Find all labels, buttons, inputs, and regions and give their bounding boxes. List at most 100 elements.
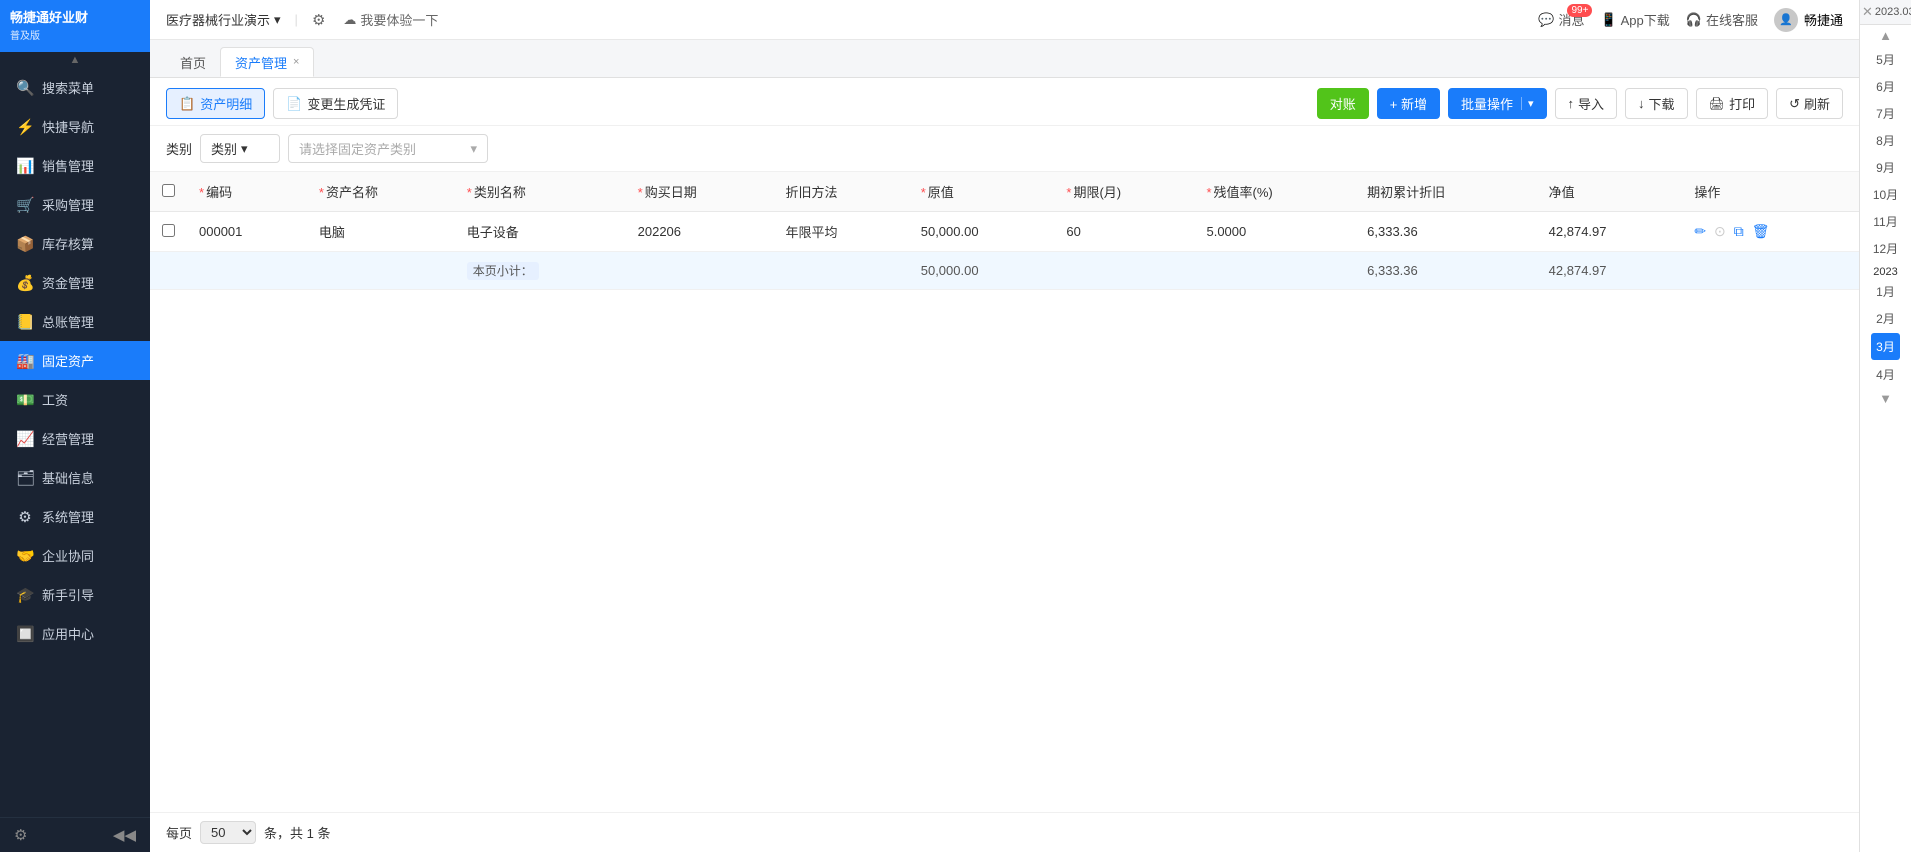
company-selector[interactable]: 医疗器械行业演示 ▾: [166, 10, 281, 29]
cell-original-value: 50,000.00: [909, 212, 1055, 252]
batch-dropdown-icon[interactable]: ▾: [1521, 97, 1534, 110]
month-item-9月[interactable]: 9月: [1867, 154, 1903, 181]
month-item-6月[interactable]: 6月: [1867, 73, 1903, 100]
th-name: *资产名称: [307, 172, 455, 212]
tab-asset-label: 资产管理: [235, 53, 287, 72]
category-type-dropdown-icon: ▾: [241, 141, 248, 157]
th-code: *编码: [187, 172, 307, 212]
refresh-button[interactable]: ↺ 刷新: [1776, 88, 1843, 119]
cell-period: 60: [1054, 212, 1194, 252]
sidebar-item-basic[interactable]: 🗂基础信息: [0, 458, 150, 497]
cell-code: 000001: [187, 212, 307, 252]
sidebar-label-guide: 新手引导: [42, 585, 94, 604]
th-depreciation: 折旧方法: [773, 172, 908, 212]
sidebar-item-apps[interactable]: 🔲应用中心: [0, 614, 150, 653]
sidebar-label-collab: 企业协同: [42, 546, 94, 565]
category-label: 类别: [166, 139, 192, 158]
edit-icon[interactable]: ✏: [1694, 223, 1706, 240]
sidebar-item-payroll[interactable]: 💵工资: [0, 380, 150, 419]
online-service-button[interactable]: 🎧 在线客服: [1686, 10, 1758, 29]
th-net-value: 净值: [1537, 172, 1683, 212]
sidebar-item-funds[interactable]: 💰资金管理: [0, 263, 150, 302]
select-all-checkbox[interactable]: [162, 184, 175, 197]
right-panel-header: ✕ 2023.03 ⛶: [1860, 0, 1911, 25]
category-type-select[interactable]: 类别 ▾: [200, 134, 280, 163]
messages-button[interactable]: 💬 消息 99+: [1538, 10, 1584, 29]
tab-change-voucher[interactable]: 📄 变更生成凭证: [273, 88, 398, 119]
tab-asset-detail-label: 资产明细: [200, 94, 252, 113]
category-placeholder: 请选择固定资产类别: [299, 139, 416, 158]
month-item-12月[interactable]: 12月: [1867, 235, 1903, 262]
feedback-button[interactable]: ☁ 我要体验一下: [343, 10, 438, 29]
tab-asset-detail[interactable]: 📋 资产明细: [166, 88, 265, 119]
user-menu[interactable]: 👤 畅捷通: [1774, 8, 1843, 32]
guide-icon: 🎓: [16, 586, 34, 604]
sidebar-scroll-up[interactable]: ▲: [0, 52, 150, 68]
cell-actions: ✏ ⊙ ⧉ 🗑: [1682, 212, 1859, 252]
app-edition: 普及版: [10, 27, 88, 42]
app-download-button[interactable]: 📱 App下载: [1600, 10, 1669, 29]
sidebar-item-ledger[interactable]: 📒总账管理: [0, 302, 150, 341]
app-name: 畅捷通好业财: [10, 10, 88, 27]
th-residual-rate: *残值率(%): [1194, 172, 1355, 212]
sidebar-bottom: ⚙ ◀◀: [0, 817, 150, 852]
sidebar-label-quicknav: 快捷导航: [42, 117, 94, 136]
avatar: 👤: [1774, 8, 1798, 32]
category-value-input[interactable]: 请选择固定资产类别 ▾: [288, 134, 488, 163]
sidebar-item-collab[interactable]: 🤝 企业协同: [0, 536, 150, 575]
table-header-row: *编码 *资产名称 *类别名称 *购买日期 折旧方法 *原值 *期限(月) *残…: [150, 172, 1859, 212]
month-item-4月[interactable]: 4月: [1867, 361, 1903, 388]
add-button[interactable]: + 新增: [1377, 88, 1440, 119]
collapse-icon[interactable]: ◀◀: [113, 826, 136, 844]
per-page-select[interactable]: 50 100 200: [200, 821, 256, 844]
sidebar-item-operations[interactable]: 📈经营管理: [0, 419, 150, 458]
month-item-5月[interactable]: 5月: [1867, 46, 1903, 73]
sidebar-item-guide[interactable]: 🎓 新手引导: [0, 575, 150, 614]
download-button[interactable]: ↓ 下载: [1625, 88, 1688, 119]
sidebar-item-system[interactable]: ⚙系统管理: [0, 497, 150, 536]
right-panel-close-icon[interactable]: ✕: [1862, 4, 1873, 20]
tab-asset-management[interactable]: 资产管理 ×: [220, 47, 314, 77]
sidebar-item-quicknav[interactable]: ⚡快捷导航: [0, 107, 150, 146]
right-panel-scroll-down[interactable]: ▼: [1879, 388, 1892, 409]
month-item-1月[interactable]: 1月: [1867, 278, 1903, 305]
batch-button[interactable]: 批量操作 ▾: [1448, 88, 1547, 119]
th-actions: 操作: [1682, 172, 1859, 212]
sidebar-item-sales[interactable]: 📊销售管理: [0, 146, 150, 185]
pagination: 每页 50 100 200 条，共 1 条: [150, 812, 1859, 852]
month-item-2月[interactable]: 2月: [1867, 305, 1903, 332]
reconcile-button[interactable]: 对账: [1317, 88, 1369, 119]
sidebar-item-assets[interactable]: 🏭固定资产: [0, 341, 150, 380]
import-button[interactable]: ↑ 导入: [1555, 88, 1618, 119]
company-dropdown-icon: ▾: [274, 12, 281, 28]
sidebar-item-search[interactable]: 🔍搜索菜单: [0, 68, 150, 107]
tab-change-voucher-label: 变更生成凭证: [307, 94, 385, 113]
toolbar-actions: 对账 + 新增 批量操作 ▾ ↑ 导入 ↓ 下载 🖨: [1317, 88, 1843, 119]
service-icon: 🎧: [1686, 12, 1702, 28]
month-item-10月[interactable]: 10月: [1867, 181, 1903, 208]
month-item-3月[interactable]: 3月: [1871, 333, 1899, 360]
settings-gear-icon[interactable]: ⚙: [312, 11, 325, 29]
month-item-11月[interactable]: 11月: [1867, 208, 1903, 235]
month-item-8月[interactable]: 8月: [1867, 127, 1903, 154]
sidebar-item-purchase[interactable]: 🛒采购管理: [0, 185, 150, 224]
sidebar-item-inventory[interactable]: 📦库存核算: [0, 224, 150, 263]
duplicate-icon[interactable]: ⧉: [1734, 223, 1744, 240]
print-button[interactable]: 🖨 打印: [1696, 88, 1769, 119]
sidebar-label-apps: 应用中心: [42, 624, 94, 643]
th-period: *期限(月): [1054, 172, 1194, 212]
sidebar-label-assets: 固定资产: [42, 351, 94, 370]
year-marker: 2023: [1867, 262, 1903, 278]
month-item-7月[interactable]: 7月: [1867, 100, 1903, 127]
sidebar-label-search: 搜索菜单: [42, 78, 94, 97]
toolbar: 📋 资产明细 📄 变更生成凭证 对账 + 新增 批量操作 ▾ ↑: [150, 78, 1859, 126]
tab-home[interactable]: 首页: [166, 47, 220, 77]
copy-icon[interactable]: ⊙: [1714, 223, 1726, 240]
delete-icon[interactable]: 🗑: [1752, 223, 1770, 240]
row-checkbox[interactable]: [162, 224, 175, 237]
right-panel-scroll-up[interactable]: ▲: [1879, 25, 1892, 46]
tab-close-icon[interactable]: ×: [293, 56, 299, 68]
collab-icon: 🤝: [16, 547, 34, 565]
subtotal-label: 本页小计：: [467, 262, 539, 280]
settings-icon[interactable]: ⚙: [14, 826, 27, 844]
